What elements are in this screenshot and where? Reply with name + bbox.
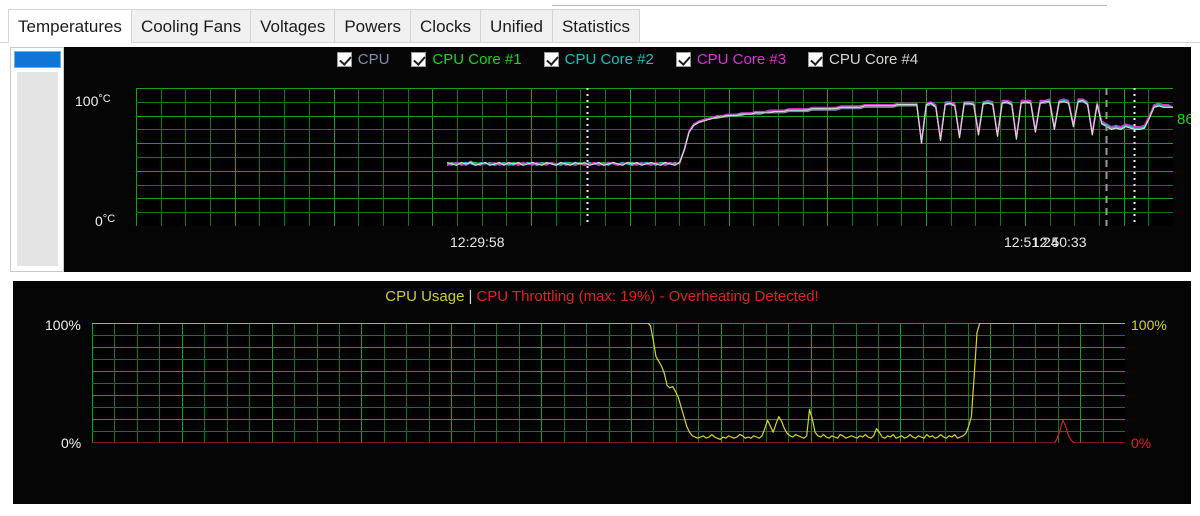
checkbox-checked-icon[interactable]	[336, 52, 352, 67]
temp-y-max-unit: °C	[98, 93, 111, 105]
tab-label: Voltages	[260, 16, 326, 36]
legend-item-cpu-core-3[interactable]: CPU Core #3	[675, 51, 787, 68]
checkbox-checked-icon[interactable]	[808, 52, 824, 67]
cpu-usage-graph-panel: CPU Usage | CPU Throttling (max: 19%) - Ov…	[13, 281, 1191, 504]
cpu-usage-plot-area[interactable]	[92, 323, 1125, 443]
top-divider	[552, 5, 1107, 6]
tab-bar-underline	[0, 42, 1200, 43]
legend-label: CPU Core #2	[564, 51, 654, 68]
legend-label: CPU	[357, 51, 390, 68]
tab-statistics[interactable]: Statistics	[551, 9, 640, 43]
usage-y-right-min-label: 0%	[1131, 435, 1152, 451]
temp-y-axis-max-label: 100°C	[75, 93, 111, 109]
window-top-strip	[0, 0, 1200, 8]
tab-label: Cooling Fans	[140, 16, 242, 36]
checkbox-checked-icon[interactable]	[411, 52, 427, 67]
tab-label: Temperatures	[18, 16, 122, 36]
temperature-marker-lines	[586, 88, 1136, 226]
tab-clocks[interactable]: Clocks	[410, 9, 481, 43]
usage-y-left-min-label: 0%	[61, 435, 82, 451]
temp-y-min-unit: °C	[102, 213, 116, 225]
tab-unified[interactable]: Unified	[480, 9, 552, 43]
hwinfo-sensor-graph-window: Temperatures Cooling Fans Voltages Powers Cl…	[0, 0, 1200, 516]
sensor-list-body[interactable]	[17, 72, 58, 266]
tab-powers[interactable]: Powers	[334, 9, 411, 43]
temperature-plot-area[interactable]	[136, 88, 1173, 226]
temp-y-axis-min-label: 0°C	[95, 213, 116, 229]
throttling-warning-label: CPU Throttling (max: 19%) - Overheating …	[476, 288, 819, 305]
temperature-legend: CPU CPU Core #1 CPU Core #2 CPU Core #3 CPU …	[64, 52, 1191, 67]
sensor-list-selected-item[interactable]	[14, 51, 61, 68]
tab-cooling-fans[interactable]: Cooling Fans	[130, 9, 251, 43]
usage-title-separator: |	[468, 288, 473, 305]
temperature-current-values: 8686	[1177, 111, 1191, 128]
usage-panel-title: CPU Usage | CPU Throttling (max: 19%) - Ov…	[13, 289, 1191, 304]
legend-label: CPU Core #4	[829, 51, 919, 68]
legend-item-cpu-core-1[interactable]: CPU Core #1	[411, 51, 522, 68]
tab-bar: Temperatures Cooling Fans Voltages Powers Cl…	[0, 9, 1200, 43]
tab-voltages[interactable]: Voltages	[250, 9, 335, 43]
temp-y-max-value: 100	[75, 93, 99, 109]
legend-item-cpu-core-2[interactable]: CPU Core #2	[543, 51, 654, 68]
checkbox-checked-icon[interactable]	[675, 52, 691, 67]
tab-label: Statistics	[561, 16, 630, 36]
legend-item-cpu-core-4[interactable]: CPU Core #4	[808, 52, 918, 67]
usage-title-label: CPU Usage	[385, 288, 465, 305]
usage-y-left-max-label: 100%	[45, 317, 81, 333]
legend-item-cpu[interactable]: CPU	[336, 51, 390, 68]
tab-list: Temperatures Cooling Fans Voltages Powers Cl…	[8, 9, 640, 43]
temperature-graph-panel: CPU CPU Core #1 CPU Core #2 CPU Core #3 CPU …	[64, 47, 1191, 272]
temp-x-tick-3: 12:50:33	[1032, 234, 1087, 250]
tab-label: Unified	[490, 16, 543, 36]
legend-label: CPU Core #1	[432, 51, 522, 68]
temp-y-min-value: 0	[95, 213, 103, 229]
checkbox-checked-icon[interactable]	[543, 52, 559, 67]
tab-label: Powers	[344, 16, 402, 36]
temp-x-tick-1: 12:29:58	[450, 234, 505, 250]
legend-label: CPU Core #3	[696, 51, 787, 68]
tab-temperatures[interactable]: Temperatures	[8, 9, 131, 43]
temp-readout-1: 86	[1177, 111, 1191, 128]
usage-y-right-max-label: 100%	[1131, 317, 1167, 333]
tab-label: Clocks	[420, 16, 472, 36]
cpu-usage-series-lines	[92, 323, 1125, 443]
